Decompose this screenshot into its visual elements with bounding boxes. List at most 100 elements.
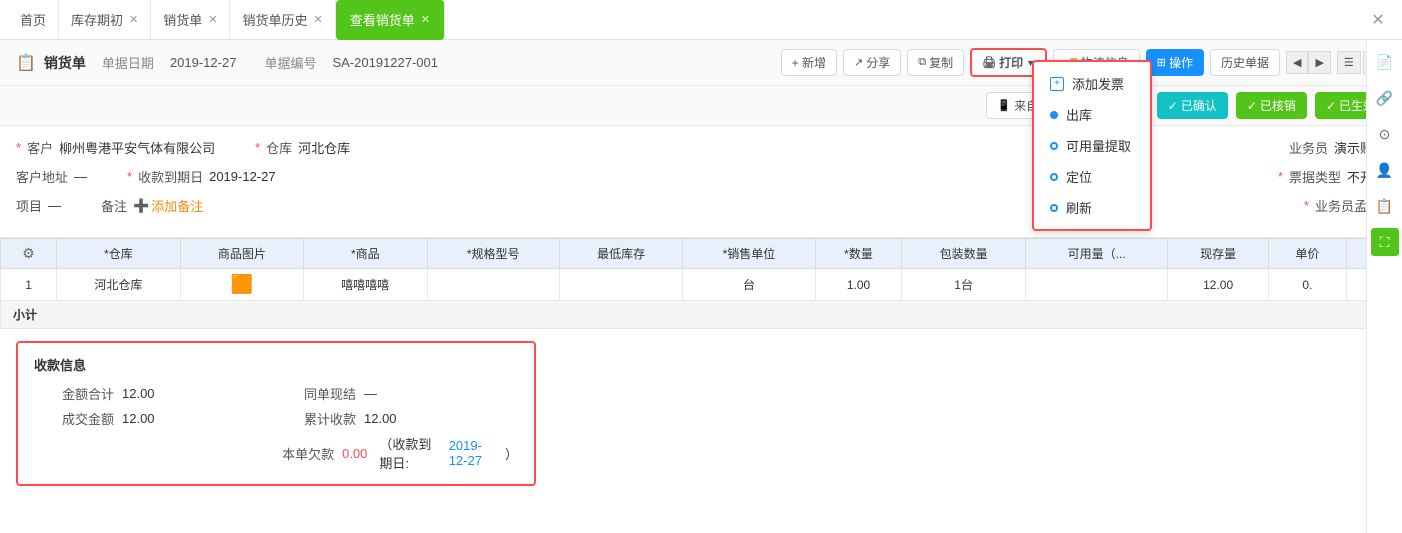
col-stock: 现存量	[1168, 239, 1269, 269]
outbound-label: 出库	[1066, 105, 1092, 124]
nav-arrows: ◀ ▶	[1286, 51, 1331, 74]
row-min-stock	[559, 269, 682, 301]
tab-sales-history-label: 销货单历史	[242, 10, 307, 29]
settlement-value: —	[364, 386, 377, 401]
form-row-1: * 客户 柳州粤港平安气体有限公司 * 仓库 河北仓库 业务员 演示账号	[16, 138, 1386, 157]
sidebar-icon-1[interactable]: 📄	[1371, 48, 1399, 76]
col-stock-label: 现存量	[1200, 247, 1236, 261]
row-qty: 1.00	[815, 269, 902, 301]
row-sales-unit: 台	[683, 269, 815, 301]
customer-value: 柳州粤港平安气体有限公司	[59, 138, 215, 157]
tab-home[interactable]: 首页	[8, 0, 59, 40]
tab-view-sales-close[interactable]: ✕	[421, 13, 430, 26]
tab-sales-history[interactable]: 销货单历史 ✕	[230, 0, 335, 40]
locate-icon	[1050, 173, 1058, 181]
row-price: 0.	[1268, 269, 1346, 301]
add-invoice-icon: +	[1050, 77, 1064, 91]
locate-item[interactable]: 定位	[1034, 161, 1150, 192]
available-qty-item[interactable]: 可用量提取	[1034, 130, 1150, 161]
tab-sales-order-label: 销货单	[163, 10, 202, 29]
share-button[interactable]: ↗ 分享	[843, 49, 901, 76]
row-image: 🟧	[180, 269, 303, 301]
total-label: 金额合计	[34, 384, 114, 403]
outbound-item[interactable]: 出库	[1034, 99, 1150, 130]
col-image-label: 商品图片	[218, 247, 266, 261]
list-view-button[interactable]: ☰	[1337, 51, 1361, 74]
doc-no-value: SA-20191227-001	[332, 55, 438, 70]
col-gear: ⚙	[1, 239, 57, 269]
payment-info-grid: 金额合计 12.00 同单现结 — 成交金额 12.00 累计收款	[34, 384, 518, 472]
next-button[interactable]: ▶	[1308, 51, 1330, 74]
row-spec	[427, 269, 559, 301]
col-price: 单价	[1268, 239, 1346, 269]
due-date-end: ）	[505, 444, 518, 463]
tab-sales-history-close[interactable]: ✕	[314, 13, 323, 26]
col-spec-label: *规格型号	[467, 247, 520, 261]
operate-button[interactable]: ⊞ 操作	[1146, 49, 1204, 76]
warehouse-required: *	[255, 140, 260, 155]
sidebar-icon-4[interactable]: 👤	[1371, 156, 1399, 184]
window-close-button[interactable]: ✕	[1362, 4, 1394, 36]
table-area: ⚙ *仓库 商品图片 *商品 *规格型号 最低库存 *销售单位 *数量 包装数量…	[0, 238, 1402, 533]
tab-sales-order[interactable]: 销货单 ✕	[151, 0, 230, 40]
row-available	[1025, 269, 1167, 301]
refresh-label: 刷新	[1066, 198, 1092, 217]
col-min-stock-label: 最低库存	[597, 247, 645, 261]
doc-header: 📋 销货单 单据日期 2019-12-27 单据编号 SA-20191227-0…	[0, 40, 1402, 86]
col-pack-qty: 包装数量	[902, 239, 1025, 269]
warehouse-label: 仓库	[266, 138, 292, 157]
gear-icon[interactable]: ⚙	[22, 245, 35, 261]
ticket-type-label: 票据类型	[1289, 167, 1341, 186]
due-date-label: 收款到期日	[138, 167, 203, 186]
total-value: 12.00	[122, 386, 155, 401]
already-cancelled-button[interactable]: ✓ 已核销	[1236, 92, 1307, 119]
history-button-label: 历史单据	[1221, 54, 1269, 71]
prev-button[interactable]: ◀	[1286, 51, 1308, 74]
col-available-label: 可用量（...	[1068, 247, 1126, 261]
add-note-label: 添加备注	[151, 196, 203, 215]
history-button[interactable]: 历史单据	[1210, 49, 1280, 76]
confirm-label: 已确认	[1181, 97, 1217, 114]
sidebar-icon-5[interactable]: 📋	[1371, 192, 1399, 220]
col-sales-unit-label: *销售单位	[723, 247, 776, 261]
sidebar-icon-expand[interactable]: ⛶	[1371, 228, 1399, 256]
share-button-label: 分享	[866, 54, 890, 71]
col-available: 可用量（...	[1025, 239, 1167, 269]
form-row-2: 客户地址 — * 收款到期日 2019-12-27 * 票据类型 不开票	[16, 167, 1386, 186]
doc-date-label: 单据日期	[102, 53, 154, 72]
refresh-item[interactable]: 刷新	[1034, 192, 1150, 223]
settlement-label: 同单现结	[276, 384, 356, 403]
payment-info-title: 收款信息	[34, 355, 518, 374]
sidebar-icon-3[interactable]: ⊙	[1371, 120, 1399, 148]
project-field: 项目 —	[16, 196, 61, 215]
available-qty-icon	[1050, 142, 1058, 150]
address-value: —	[74, 169, 87, 184]
due-date-text: （收款到期日:	[379, 434, 438, 472]
col-image: 商品图片	[180, 239, 303, 269]
cumulative-row: 累计收款 12.00	[276, 409, 518, 428]
tab-inventory-init[interactable]: 库存期初 ✕	[59, 0, 151, 40]
tab-sales-order-close[interactable]: ✕	[208, 13, 217, 26]
settlement-row: 同单现结 —	[276, 384, 518, 403]
col-price-label: 单价	[1295, 247, 1319, 261]
payment-info-box: 收款信息 金额合计 12.00 同单现结 — 成交金额 12.00	[16, 341, 536, 486]
owed-label: 本单欠款	[276, 444, 334, 463]
bottom-section: 收款信息 金额合计 12.00 同单现结 — 成交金额 12.00	[0, 329, 1402, 498]
col-warehouse-label: *仓库	[104, 247, 133, 261]
cumulative-value: 12.00	[364, 411, 397, 426]
tab-inventory-init-close[interactable]: ✕	[129, 13, 138, 26]
table-row: 1 河北仓库 🟧 嘻嘻嘻嘻 台 1.00 1台 12.00 0.	[1, 269, 1402, 301]
subtotal-row: 小计	[1, 301, 1402, 329]
tab-view-sales[interactable]: 查看销货单 ✕	[336, 0, 445, 40]
col-min-stock: 最低库存	[559, 239, 682, 269]
confirm-button[interactable]: ✓ 已确认	[1157, 92, 1228, 119]
col-warehouse: *仓库	[57, 239, 180, 269]
warehouse-value: 河北仓库	[298, 138, 350, 157]
add-invoice-item[interactable]: + 添加发票	[1034, 68, 1150, 99]
sidebar-icon-2[interactable]: 🔗	[1371, 84, 1399, 112]
new-button[interactable]: + 新增	[781, 49, 837, 76]
outbound-icon	[1050, 111, 1058, 119]
copy-button[interactable]: ⧉ 复制	[907, 49, 964, 76]
doc-title-text: 销货单	[44, 53, 86, 73]
add-note-button[interactable]: ➕ 添加备注	[133, 196, 203, 215]
